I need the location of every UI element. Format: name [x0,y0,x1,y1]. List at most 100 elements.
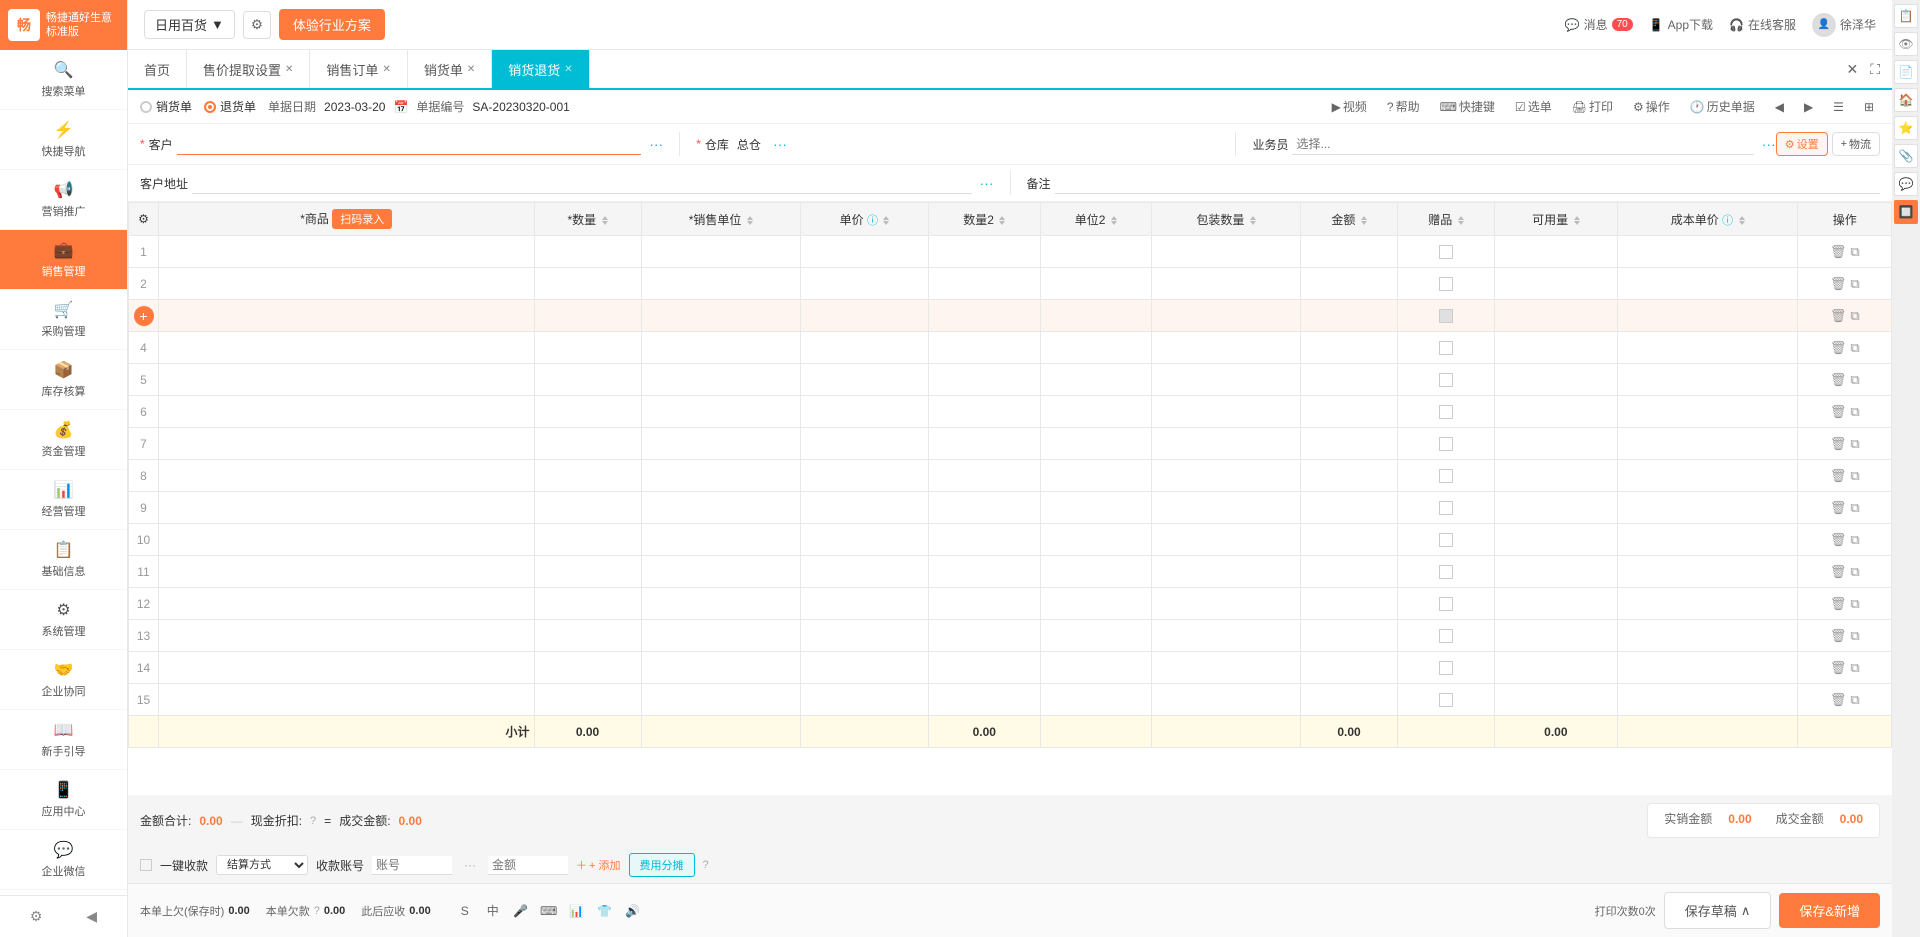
product-cell-1[interactable] [159,236,535,268]
note-input[interactable] [1055,173,1880,194]
pack-sort-icon[interactable] [1250,216,1256,225]
customer-select-btn[interactable]: ··· [649,136,663,152]
copy-row-btn[interactable]: ⧉ [1848,306,1861,326]
pack-cell-12[interactable] [1151,588,1300,620]
unit-cell-10[interactable] [641,524,800,556]
tab-sales-order[interactable]: 销售订单 ✕ [310,50,407,88]
price-cell-15[interactable] [800,684,928,716]
pack-cell-15[interactable] [1151,684,1300,716]
qty-sort-icon[interactable] [602,216,608,225]
unit-cell-2[interactable] [641,268,800,300]
qty2-cell-13[interactable] [929,620,1040,652]
unit-cell-11[interactable] [641,556,800,588]
available-cell-2[interactable] [1494,268,1617,300]
qty-cell-9[interactable] [534,492,641,524]
copy-row-btn[interactable]: ⧉ [1848,690,1861,710]
calendar-icon[interactable]: 📅 [393,100,408,114]
gift-cell-12[interactable] [1397,588,1494,620]
prev-record-btn[interactable]: ◀ [1769,98,1790,116]
right-icon-7[interactable]: 💬 [1894,172,1918,196]
unit-cell-9[interactable] [641,492,800,524]
right-icon-3[interactable]: 📄 [1894,60,1918,84]
qty2-cell-1[interactable] [929,236,1040,268]
available-cell-12[interactable] [1494,588,1617,620]
gift-checkbox-5[interactable] [1439,373,1453,387]
delete-row-btn[interactable]: 🗑 [1828,530,1849,550]
sidebar-collapse-btn[interactable]: ◀ [82,904,101,929]
save-new-btn[interactable]: 保存&新增 [1779,893,1880,928]
pack-cell-9[interactable] [1151,492,1300,524]
pack-cell-7[interactable] [1151,428,1300,460]
price-cell-1[interactable] [800,236,928,268]
address-select-btn[interactable]: ··· [980,175,994,191]
gift-cell-14[interactable] [1397,652,1494,684]
available-cell-15[interactable] [1494,684,1617,716]
price-cell-2[interactable] [800,268,928,300]
tab-close-icon[interactable]: ✕ [285,64,293,75]
operate-btn[interactable]: ⚙ 操作 [1627,96,1676,117]
tool-icon-6[interactable]: 🔊 [623,901,643,921]
qty2-cell-3[interactable] [929,300,1040,332]
qty-cell-5[interactable] [534,364,641,396]
qty2-cell-2[interactable] [929,268,1040,300]
delete-row-btn[interactable]: 🗑 [1828,594,1849,614]
gift-checkbox-11[interactable] [1439,565,1453,579]
delete-row-btn[interactable]: 🗑 [1828,562,1849,582]
price-cell-10[interactable] [800,524,928,556]
delete-row-btn[interactable]: 🗑 [1828,498,1849,518]
amount-cell-10[interactable] [1301,524,1398,556]
gift-cell-5[interactable] [1397,364,1494,396]
available-cell-9[interactable] [1494,492,1617,524]
qty-cell-14[interactable] [534,652,641,684]
shortcut-btn[interactable]: ⌨ 快捷键 [1434,96,1501,117]
gift-cell-9[interactable] [1397,492,1494,524]
amount-cell-9[interactable] [1301,492,1398,524]
gift-cell-13[interactable] [1397,620,1494,652]
tab-sales-invoice[interactable]: 销货单 ✕ [408,50,492,88]
tab-close-window-btn[interactable]: ✕ [1842,57,1862,82]
tool-icon-4[interactable]: 📊 [567,901,587,921]
copy-row-btn[interactable]: ⧉ [1848,466,1861,486]
pack-cell-4[interactable] [1151,332,1300,364]
available-cell-7[interactable] [1494,428,1617,460]
product-cell-14[interactable] [159,652,535,684]
right-icon-2[interactable]: 👁 [1894,32,1918,56]
unit2-cell-6[interactable] [1040,396,1151,428]
pack-cell-6[interactable] [1151,396,1300,428]
unit2-sort-icon[interactable] [1111,216,1117,225]
qty2-cell-4[interactable] [929,332,1040,364]
online-service-btn[interactable]: 🎧 在线客服 [1729,16,1796,33]
amount-cell-13[interactable] [1301,620,1398,652]
price-cell-8[interactable] [800,460,928,492]
cost-cell-9[interactable] [1617,492,1798,524]
price-cell-14[interactable] [800,652,928,684]
payment-method-select[interactable]: 结算方式 现金 银行转账 [216,855,308,875]
right-icon-1[interactable]: 📋 [1894,4,1918,28]
unit-cell-15[interactable] [641,684,800,716]
product-cell-5[interactable] [159,364,535,396]
tab-close-icon[interactable]: ✕ [564,64,572,75]
sidebar-item-apps[interactable]: 📱 应用中心 [0,770,127,830]
unit2-cell-7[interactable] [1040,428,1151,460]
list-view-btn[interactable]: ☰ [1827,98,1850,116]
unit-cell-5[interactable] [641,364,800,396]
message-btn[interactable]: 💬 消息 70 [1565,16,1633,33]
sidebar-item-system[interactable]: ⚙ 系统管理 [0,590,127,650]
amount-cell-6[interactable] [1301,396,1398,428]
product-cell-8[interactable] [159,460,535,492]
amount-cell-7[interactable] [1301,428,1398,460]
pack-cell-5[interactable] [1151,364,1300,396]
price-cell-3[interactable] [800,300,928,332]
amount-sort-icon[interactable] [1361,216,1367,225]
qty2-cell-7[interactable] [929,428,1040,460]
pack-cell-14[interactable] [1151,652,1300,684]
price-cell-13[interactable] [800,620,928,652]
tab-maximize-btn[interactable]: ⛶ [1866,57,1884,82]
tool-icon-1[interactable]: 中 [483,901,503,921]
amount-cell-15[interactable] [1301,684,1398,716]
qty2-cell-12[interactable] [929,588,1040,620]
qty-cell-3[interactable] [534,300,641,332]
next-record-btn[interactable]: ▶ [1798,98,1819,116]
copy-row-btn[interactable]: ⧉ [1848,562,1861,582]
gift-checkbox-10[interactable] [1439,533,1453,547]
